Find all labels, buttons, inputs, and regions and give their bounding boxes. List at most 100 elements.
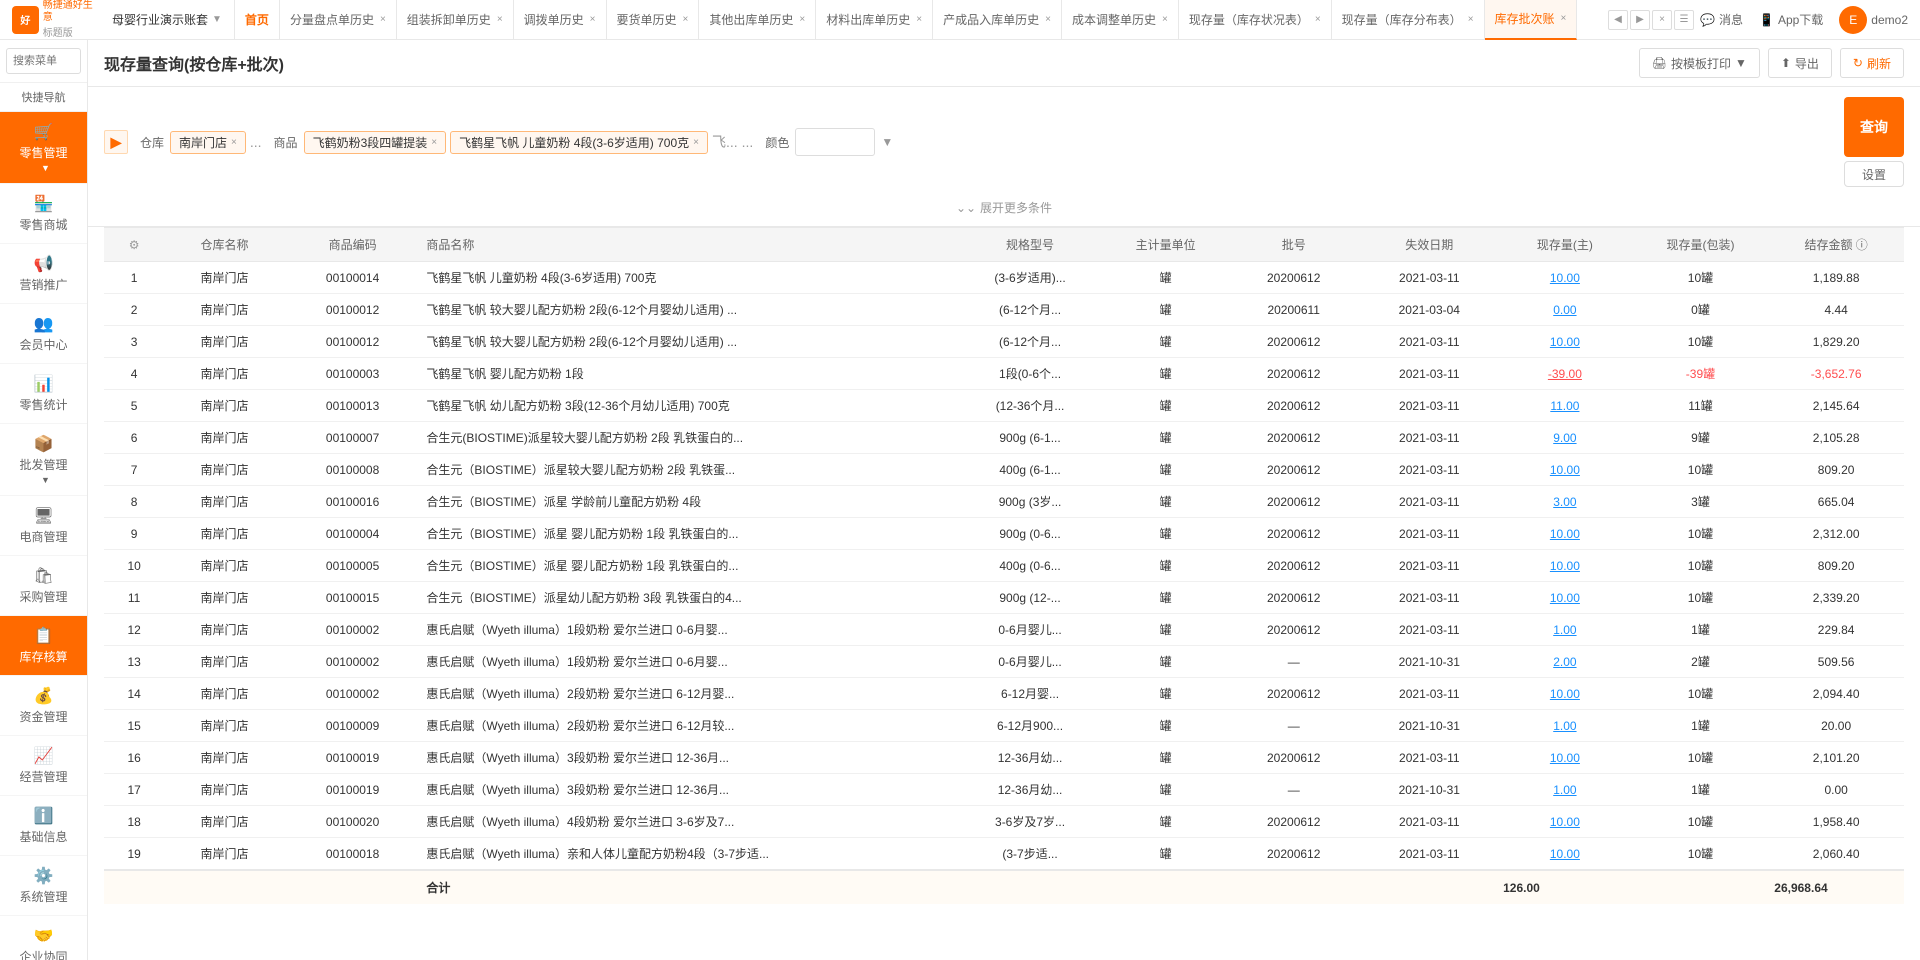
table-row: 13 南岸门店 00100002 惠氏启赋（Wyeth illuma）1段奶粉 …	[104, 646, 1904, 678]
warehouse-tag-nangan[interactable]: 南岸门店 ×	[170, 131, 246, 154]
refresh-label: 刷新	[1867, 55, 1891, 72]
tab-stock-dist[interactable]: 现存量（库存分布表） ×	[1332, 0, 1485, 40]
nav-next-icon[interactable]: ▶	[1630, 10, 1650, 30]
cell-qty-main[interactable]: 10.00	[1497, 582, 1633, 614]
sidebar-item-inventory[interactable]: 📋 库存核算	[0, 616, 87, 676]
sidebar-item-purchase[interactable]: 🛍 采购管理	[0, 556, 87, 616]
template-print-button[interactable]: 🖨 按模板打印 ▼	[1639, 48, 1760, 78]
close-split-icon[interactable]: ×	[380, 14, 386, 25]
tab-other-out[interactable]: 其他出库单历史 ×	[699, 0, 816, 40]
cell-qty-main[interactable]: 10.00	[1497, 262, 1633, 294]
cell-qty-main[interactable]: 10.00	[1497, 742, 1633, 774]
tab-batch-voucher[interactable]: 库存批次账 ×	[1485, 0, 1578, 40]
close-product-in-icon[interactable]: ×	[1045, 14, 1051, 25]
goods-filter-label: 商品	[274, 134, 298, 151]
setting-button[interactable]: 设置	[1844, 161, 1904, 187]
search-input[interactable]	[6, 48, 81, 74]
color-filter-input[interactable]	[795, 128, 875, 156]
account-dropdown[interactable]: 母婴行业演示账套 ▼	[100, 0, 235, 40]
goods-more-icon[interactable]: ...	[742, 134, 754, 150]
tab-material-out[interactable]: 材料出库单历史 ×	[816, 0, 933, 40]
close-stock-dist-icon[interactable]: ×	[1468, 14, 1474, 25]
sidebar-item-corp-collab[interactable]: 🤝 企业协同	[0, 916, 87, 960]
refresh-button[interactable]: ↻ 刷新	[1840, 48, 1904, 78]
user-area[interactable]: E demo2	[1839, 6, 1908, 34]
goods-tag-1-close-icon[interactable]: ×	[431, 137, 437, 148]
warehouse-more-icon[interactable]: ...	[250, 134, 262, 150]
filter-expand-button[interactable]: ▶	[104, 130, 128, 154]
goods-tag-2-close-icon[interactable]: ×	[693, 137, 699, 148]
goods-tag-1[interactable]: 飞鹤奶粉3段四罐提装 ×	[304, 131, 447, 154]
cell-qty-main[interactable]: 1.00	[1497, 614, 1633, 646]
cell-unit: 罐	[1105, 550, 1226, 582]
col-header-settings[interactable]: ⚙	[104, 228, 164, 262]
nav-prev-icon[interactable]: ◀	[1608, 10, 1628, 30]
tab-adjust[interactable]: 调拨单历史 ×	[514, 0, 607, 40]
sidebar-item-finance[interactable]: 💰 资金管理	[0, 676, 87, 736]
color-dropdown-icon[interactable]: ▼	[881, 135, 893, 149]
tab-cost-adjust[interactable]: 成本调整单历史 ×	[1062, 0, 1179, 40]
sidebar-item-member[interactable]: 👥 会员中心	[0, 304, 87, 364]
tab-request[interactable]: 要货单历史 ×	[607, 0, 700, 40]
cell-qty-main[interactable]: 10.00	[1497, 838, 1633, 871]
nav-menu-icon[interactable]: ☰	[1674, 10, 1694, 30]
expand-more-button[interactable]: ⌄⌄ 展开更多条件	[956, 199, 1052, 216]
nav-close-icon[interactable]: ×	[1652, 10, 1672, 30]
cell-qty-main[interactable]: 10.00	[1497, 518, 1633, 550]
sidebar-item-basic-info[interactable]: ℹ️ 基础信息	[0, 796, 87, 856]
cell-qty-main[interactable]: 3.00	[1497, 486, 1633, 518]
close-other-out-icon[interactable]: ×	[799, 14, 805, 25]
tab-home[interactable]: 首页	[235, 0, 280, 40]
close-material-out-icon[interactable]: ×	[916, 14, 922, 25]
cell-qty-main[interactable]: 9.00	[1497, 422, 1633, 454]
col-header-balance: 结存金额 ⓘ	[1768, 228, 1904, 262]
tab-product-in[interactable]: 产成品入库单历史 ×	[933, 0, 1062, 40]
sidebar-item-ecommerce[interactable]: 🖥 电商管理	[0, 496, 87, 556]
cell-qty-main[interactable]: 1.00	[1497, 774, 1633, 806]
goods-more-text[interactable]: 飞...	[712, 132, 738, 152]
cell-qty-main[interactable]: -39.00	[1497, 358, 1633, 390]
page-header: 现存量查询(按仓库+批次) 🖨 按模板打印 ▼ ⬆ 导出 ↻ 刷新	[88, 40, 1920, 87]
tab-stock-status[interactable]: 现存量（库存状况表） ×	[1179, 0, 1332, 40]
cell-qty-main[interactable]: 1.00	[1497, 710, 1633, 742]
sidebar-item-marketing[interactable]: 📢 营销推广	[0, 244, 87, 304]
close-stock-status-icon[interactable]: ×	[1315, 14, 1321, 25]
close-request-icon[interactable]: ×	[683, 14, 689, 25]
sidebar-item-retail-stats[interactable]: 📊 零售统计	[0, 364, 87, 424]
close-cost-adjust-icon[interactable]: ×	[1162, 14, 1168, 25]
cell-qty-main[interactable]: 0.00	[1497, 294, 1633, 326]
sidebar-item-retail-mgmt[interactable]: 🛒 零售管理 ▼	[0, 112, 87, 184]
sidebar-item-sys-mgmt[interactable]: ⚙️ 系统管理	[0, 856, 87, 916]
sidebar-label-retail-mgmt: 零售管理	[19, 144, 67, 161]
cell-qty-main[interactable]: 10.00	[1497, 326, 1633, 358]
close-adjust-icon[interactable]: ×	[590, 14, 596, 25]
goods-tag-2[interactable]: 飞鹤星飞帆 儿童奶粉 4段(3-6岁适用) 700克 ×	[450, 131, 708, 154]
cell-qty-main[interactable]: 10.00	[1497, 678, 1633, 710]
cell-qty-main[interactable]: 2.00	[1497, 646, 1633, 678]
table-row: 8 南岸门店 00100016 合生元（BIOSTIME）派星 学龄前儿童配方奶…	[104, 486, 1904, 518]
export-button[interactable]: ⬆ 导出	[1768, 48, 1832, 78]
close-batch-voucher-icon[interactable]: ×	[1561, 13, 1567, 24]
cell-qty-main[interactable]: 10.00	[1497, 454, 1633, 486]
sidebar-item-retail-store[interactable]: 🏪 零售商城	[0, 184, 87, 244]
cell-qty-main[interactable]: 10.00	[1497, 806, 1633, 838]
query-button[interactable]: 查询	[1844, 97, 1904, 157]
cell-qty-main[interactable]: 11.00	[1497, 390, 1633, 422]
column-settings-icon[interactable]: ⚙	[129, 238, 140, 252]
sidebar-item-wholesale[interactable]: 📦 批发管理 ▼	[0, 424, 87, 496]
footer-label: 合计	[420, 870, 954, 904]
close-dismantle-icon[interactable]: ×	[497, 14, 503, 25]
app-download-btn[interactable]: 📱 App下载	[1759, 11, 1823, 28]
warehouse-tag-text: 南岸门店	[179, 134, 227, 151]
sidebar-item-ops[interactable]: 📈 经营管理	[0, 736, 87, 796]
right-action-buttons: 查询 设置	[1844, 97, 1904, 187]
cell-unit: 罐	[1105, 646, 1226, 678]
messages-btn[interactable]: 💬 消息	[1700, 11, 1743, 28]
tab-dismantle[interactable]: 组装拆卸单历史 ×	[397, 0, 514, 40]
tab-split[interactable]: 分量盘点单历史 ×	[280, 0, 397, 40]
cell-name: 合生元（BIOSTIME）派星 婴儿配方奶粉 1段 乳铁蛋白的...	[420, 550, 954, 582]
warehouse-tag-close-icon[interactable]: ×	[231, 137, 237, 148]
cell-qty-main[interactable]: 10.00	[1497, 550, 1633, 582]
table-row: 17 南岸门店 00100019 惠氏启赋（Wyeth illuma）3段奶粉 …	[104, 774, 1904, 806]
cell-spec: 0-6月婴儿...	[955, 646, 1106, 678]
